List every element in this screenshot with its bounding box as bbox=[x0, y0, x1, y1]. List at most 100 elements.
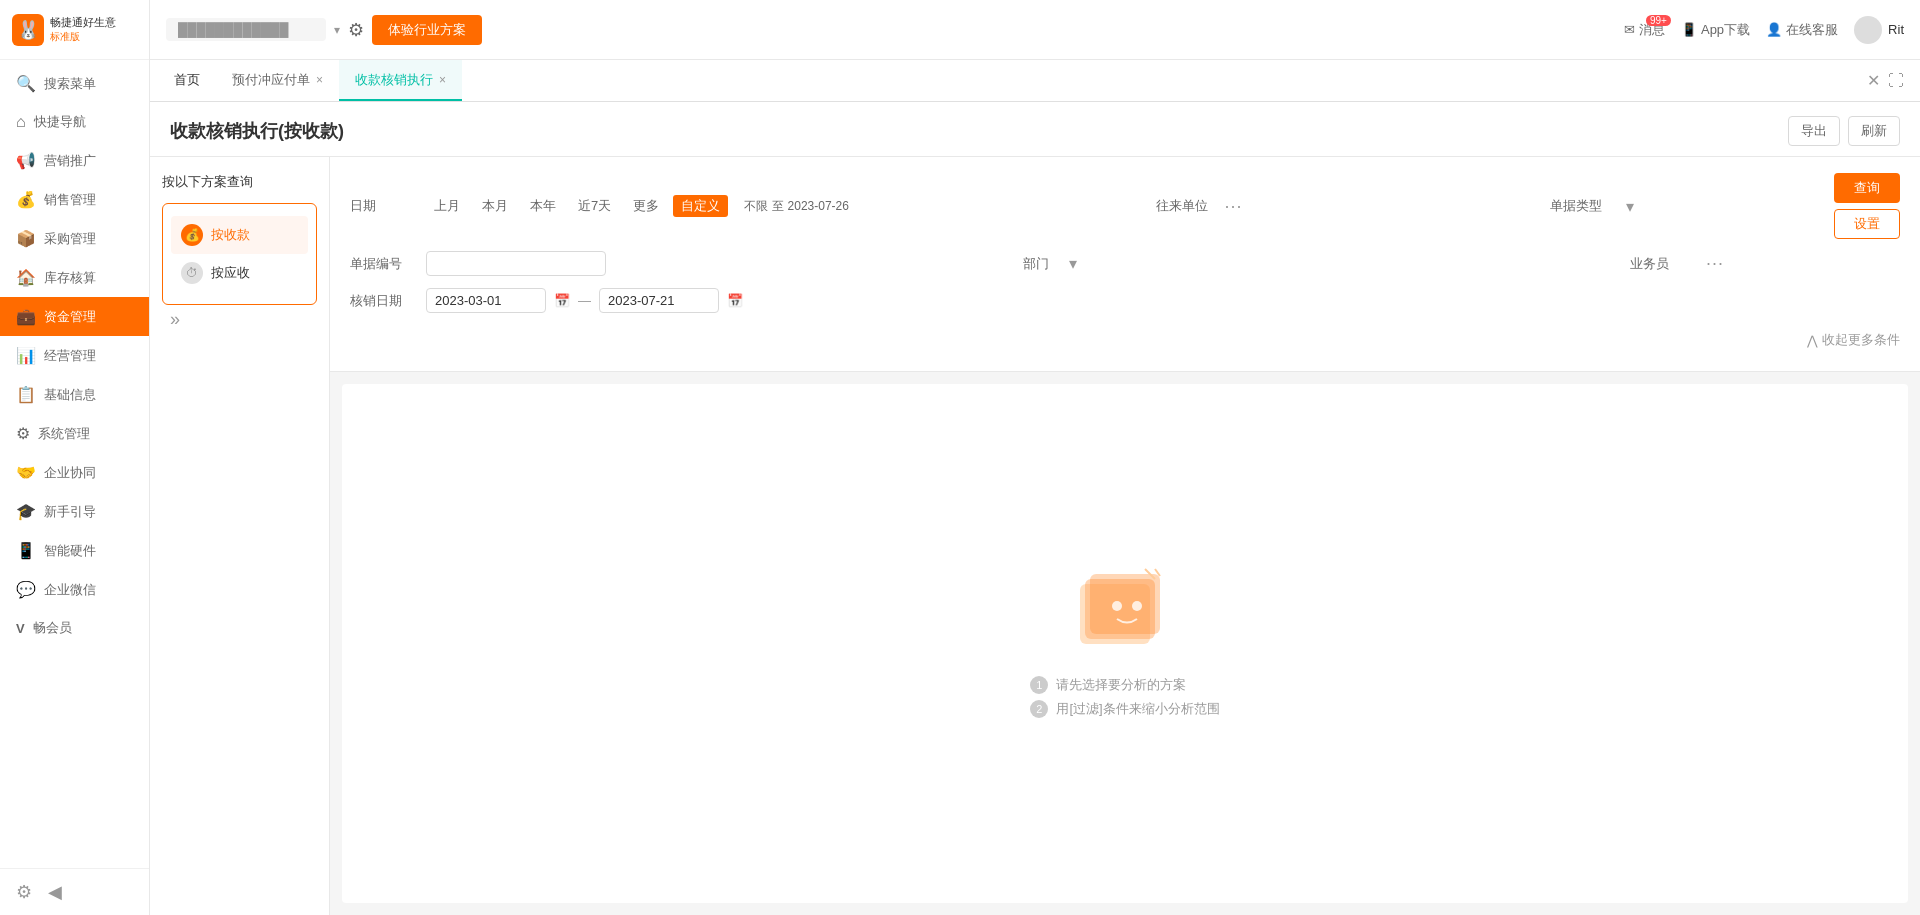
sidebar-item-operations[interactable]: 📊 经营管理 bbox=[0, 336, 149, 375]
sidebar-item-search-menu[interactable]: 🔍 搜索菜单 bbox=[0, 64, 149, 103]
filter-panel-border: 💰 按收款 ⏱ 按应收 bbox=[162, 203, 317, 305]
doc-type-label: 单据类型 bbox=[1550, 197, 1610, 215]
filter-by-receipt[interactable]: 💰 按收款 bbox=[171, 216, 308, 254]
date-btn-this-month[interactable]: 本月 bbox=[474, 195, 516, 217]
tab-prepay-orders-close[interactable]: × bbox=[316, 73, 323, 87]
export-button[interactable]: 导出 bbox=[1788, 116, 1840, 146]
app-download-button[interactable]: 📱 App下载 bbox=[1681, 21, 1750, 39]
tab-home[interactable]: 首页 bbox=[158, 60, 216, 101]
basic-info-icon: 📋 bbox=[16, 385, 36, 404]
filter-receivable-icon: ⏱ bbox=[181, 262, 203, 284]
doc-no-label: 单据编号 bbox=[350, 255, 410, 273]
sidebar-item-enterprise[interactable]: 🤝 企业协同 bbox=[0, 453, 149, 492]
purchase-icon: 📦 bbox=[16, 229, 36, 248]
filter-receipt-label: 按收款 bbox=[211, 226, 250, 244]
date-btn-last-month[interactable]: 上月 bbox=[426, 195, 468, 217]
writeoff-cal-from-icon[interactable]: 📅 bbox=[554, 293, 570, 308]
collapse-sidebar-icon[interactable]: ◀ bbox=[48, 881, 62, 903]
writeoff-date-label: 核销日期 bbox=[350, 292, 410, 310]
date-btn-last-7[interactable]: 近7天 bbox=[570, 195, 619, 217]
date-btn-this-year[interactable]: 本年 bbox=[522, 195, 564, 217]
empty-state: 1 请先选择要分析的方案 2 用[过滤]条件来缩小分析范围 bbox=[342, 384, 1908, 903]
salesman-selector-btn[interactable]: ··· bbox=[1706, 253, 1724, 274]
hint-num-2: 2 bbox=[1030, 700, 1048, 718]
refresh-button[interactable]: 刷新 bbox=[1848, 116, 1900, 146]
empty-hint-2: 2 用[过滤]条件来缩小分析范围 bbox=[1030, 700, 1219, 718]
partner-selector-btn[interactable]: ··· bbox=[1224, 196, 1242, 217]
partner-label: 往来单位 bbox=[1156, 197, 1208, 215]
tab-prepay-orders-label: 预付冲应付单 bbox=[232, 71, 310, 89]
messages-badge: 99+ bbox=[1646, 15, 1671, 26]
messages-button[interactable]: ✉ 消息 99+ bbox=[1624, 21, 1665, 39]
sidebar-item-basic-info[interactable]: 📋 基础信息 bbox=[0, 375, 149, 414]
date-label: 日期 bbox=[350, 197, 410, 215]
collapse-more-icon: ⋀ bbox=[1807, 333, 1818, 348]
dept-label: 部门 bbox=[1023, 255, 1053, 273]
hint-num-1: 1 bbox=[1030, 676, 1048, 694]
sidebar-item-inventory[interactable]: 🏠 库存核算 bbox=[0, 258, 149, 297]
tab-receipt-writeoff[interactable]: 收款核销执行 × bbox=[339, 60, 462, 101]
filter-receivable-label: 按应收 bbox=[211, 264, 250, 282]
hint-text-2: 用[过滤]条件来缩小分析范围 bbox=[1056, 700, 1219, 718]
settings-icon[interactable]: ⚙ bbox=[16, 881, 32, 903]
right-content: 日期 上月 本月 本年 近7天 更多 自定义 不限 至 2023-07-26 bbox=[330, 157, 1920, 915]
sidebar-item-purchase[interactable]: 📦 采购管理 bbox=[0, 219, 149, 258]
filter-by-receivable[interactable]: ⏱ 按应收 bbox=[171, 254, 308, 292]
writeoff-date-dash: — bbox=[578, 293, 591, 308]
sidebar-item-quick-nav[interactable]: ⌂ 快捷导航 bbox=[0, 103, 149, 141]
doc-type-chevron[interactable]: ▾ bbox=[1626, 197, 1634, 216]
search-menu-icon: 🔍 bbox=[16, 74, 36, 93]
message-icon: ✉ bbox=[1624, 22, 1635, 37]
writeoff-cal-to-icon[interactable]: 📅 bbox=[727, 293, 743, 308]
form-row-writeoff: 核销日期 📅 — 📅 bbox=[350, 288, 1900, 313]
sidebar-item-label-marketing: 营销推广 bbox=[44, 152, 96, 170]
date-btn-custom[interactable]: 自定义 bbox=[673, 195, 728, 217]
collapse-more-btn[interactable]: ⋀ 收起更多条件 bbox=[350, 325, 1900, 355]
writeoff-date-from[interactable] bbox=[426, 288, 546, 313]
sidebar-item-label-enterprise: 企业协同 bbox=[44, 464, 96, 482]
page-actions: 导出 刷新 bbox=[1788, 116, 1900, 146]
service-button[interactable]: 👤 在线客服 bbox=[1766, 21, 1838, 39]
sidebar-item-system[interactable]: ⚙ 系统管理 bbox=[0, 414, 149, 453]
header-gear-icon[interactable]: ⚙ bbox=[348, 19, 364, 41]
tab-expand-icon[interactable]: ⛶ bbox=[1888, 72, 1904, 90]
trial-button[interactable]: 体验行业方案 bbox=[372, 15, 482, 45]
tab-receipt-writeoff-close[interactable]: × bbox=[439, 73, 446, 87]
sidebar-item-member[interactable]: V 畅会员 bbox=[0, 609, 149, 647]
svg-rect-2 bbox=[1090, 574, 1160, 634]
marketing-icon: 📢 bbox=[16, 151, 36, 170]
enterprise-icon: 🤝 bbox=[16, 463, 36, 482]
user-name: Rit bbox=[1888, 22, 1904, 37]
sidebar-item-marketing[interactable]: 📢 营销推广 bbox=[0, 141, 149, 180]
member-icon: V bbox=[16, 621, 25, 636]
tab-close-all-icon[interactable]: ✕ bbox=[1867, 71, 1880, 90]
sidebar-item-hardware[interactable]: 📱 智能硬件 bbox=[0, 531, 149, 570]
sidebar-item-sales[interactable]: 💰 销售管理 bbox=[0, 180, 149, 219]
date-btn-more[interactable]: 更多 bbox=[625, 195, 667, 217]
dept-chevron[interactable]: ▾ bbox=[1069, 254, 1077, 273]
sidebar-item-finance[interactable]: 💼 资金管理 bbox=[0, 297, 149, 336]
service-label: 在线客服 bbox=[1786, 21, 1838, 39]
date-no-limit: 不限 至 2023-07-26 bbox=[744, 198, 849, 215]
sidebar-item-guide[interactable]: 🎓 新手引导 bbox=[0, 492, 149, 531]
date-to-text: 至 2023-07-26 bbox=[772, 198, 849, 215]
tab-prepay-orders[interactable]: 预付冲应付单 × bbox=[216, 60, 339, 101]
filter-collapse-btn[interactable]: » bbox=[170, 309, 317, 330]
wechat-icon: 💬 bbox=[16, 580, 36, 599]
sidebar-item-wechat[interactable]: 💬 企业微信 bbox=[0, 570, 149, 609]
quick-nav-icon: ⌂ bbox=[16, 113, 26, 131]
logo-title: 畅捷通好生意 bbox=[50, 15, 116, 29]
sidebar-item-label-search-menu: 搜索菜单 bbox=[44, 75, 96, 93]
filter-receipt-icon: 💰 bbox=[181, 224, 203, 246]
doc-no-input[interactable] bbox=[426, 251, 606, 276]
action-buttons: 查询 设置 bbox=[1834, 173, 1900, 239]
sales-icon: 💰 bbox=[16, 190, 36, 209]
query-button[interactable]: 查询 bbox=[1834, 173, 1900, 203]
header-right: ✉ 消息 99+ 📱 App下载 👤 在线客服 Rit bbox=[1624, 16, 1904, 44]
form-row-docno: 单据编号 部门 ▾ 业务员 ··· bbox=[350, 251, 1900, 276]
hardware-icon: 📱 bbox=[16, 541, 36, 560]
settings-button[interactable]: 设置 bbox=[1834, 209, 1900, 239]
tab-controls: ✕ ⛶ bbox=[1859, 60, 1912, 101]
header-search-box[interactable]: ████████████ bbox=[166, 18, 326, 41]
writeoff-date-to[interactable] bbox=[599, 288, 719, 313]
